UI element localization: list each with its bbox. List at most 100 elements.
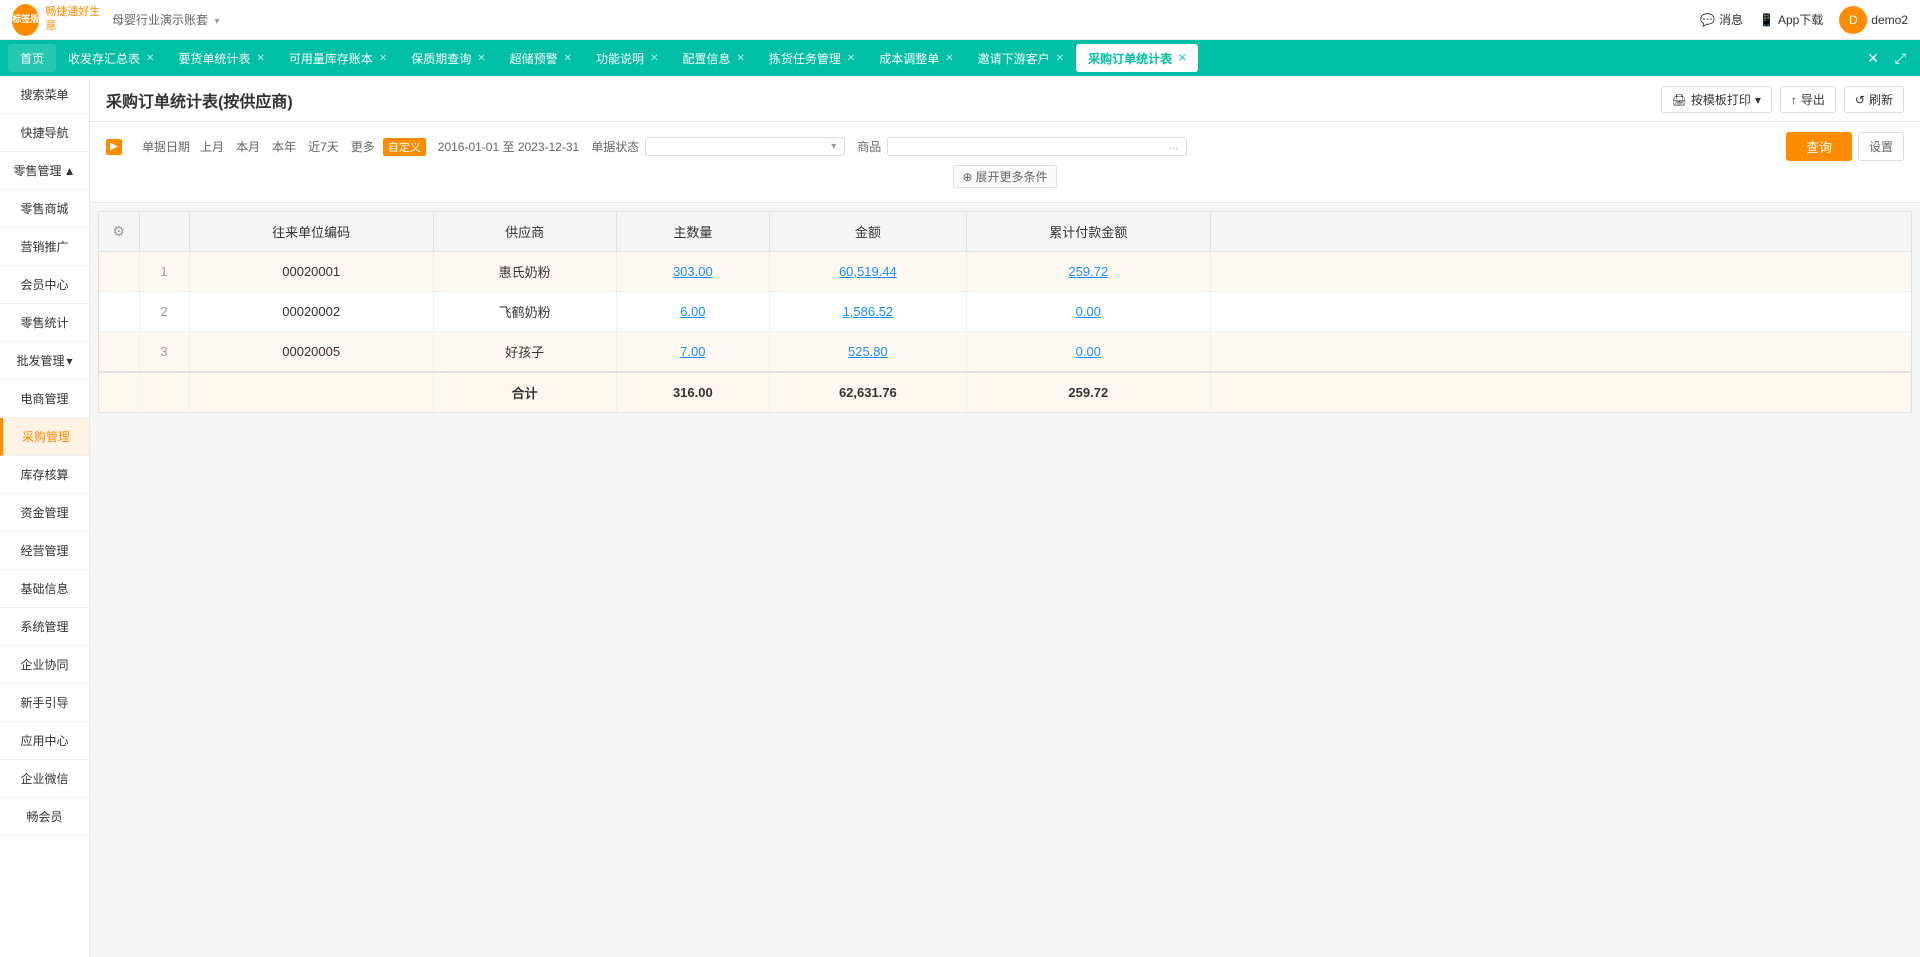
cell-paid-1[interactable]: 259.72 [966, 252, 1210, 292]
table-footer: 合计 316.00 62,631.76 259.72 [99, 372, 1911, 412]
sidebar-item-system[interactable]: 系统管理 [0, 608, 89, 646]
col-main-qty: 主数量 [616, 212, 770, 252]
sidebar-item-member-center[interactable]: 会员中心 [0, 266, 89, 304]
workspace-dropdown-icon[interactable]: ▾ [214, 16, 219, 27]
amount-link-2[interactable]: 1,586.52 [843, 304, 894, 319]
message-button[interactable]: 💬 消息 [1700, 11, 1743, 28]
print-button[interactable]: 🖨 按模板打印 ▾ [1661, 86, 1772, 113]
sidebar-item-retail-mgmt[interactable]: 零售管理 ▲ [0, 152, 89, 190]
col-supplier-code: 往来单位编码 [189, 212, 433, 252]
cell-paid-2[interactable]: 0.00 [966, 292, 1210, 332]
tab-close-expiry-query[interactable]: ✕ [477, 53, 485, 64]
col-settings[interactable]: ⚙ [99, 212, 139, 252]
tab-invite-downstream[interactable]: 邀请下游客户 ✕ [966, 44, 1076, 72]
tab-pick-task[interactable]: 拣货任务管理 ✕ [757, 44, 867, 72]
filter-settings-button[interactable]: 设置 [1858, 132, 1904, 161]
footer-qty: 316.00 [616, 372, 770, 412]
sidebar-item-new-guide[interactable]: 新手引导 [0, 684, 89, 722]
qty-link-2[interactable]: 6.00 [680, 304, 705, 319]
tab-close-function-desc[interactable]: ✕ [650, 53, 658, 64]
sidebar-item-ecommerce[interactable]: 电商管理 [0, 380, 89, 418]
amount-link-3[interactable]: 525.80 [848, 344, 888, 359]
tab-close-receive-summary[interactable]: ✕ [146, 53, 154, 64]
tab-close-config-info[interactable]: ✕ [736, 53, 744, 64]
cell-paid-3[interactable]: 0.00 [966, 332, 1210, 373]
sidebar-item-quick-nav[interactable]: 快捷导航 [0, 114, 89, 152]
goods-input[interactable]: … [887, 137, 1187, 156]
status-filter-group: 单据状态 ▾ [591, 137, 845, 156]
paid-link-2[interactable]: 0.00 [1076, 304, 1101, 319]
nav-expand-button[interactable]: ⤢ [1889, 48, 1912, 69]
cell-qty-1[interactable]: 303.00 [616, 252, 770, 292]
qty-link-1[interactable]: 303.00 [673, 264, 713, 279]
cell-qty-2[interactable]: 6.00 [616, 292, 770, 332]
tab-close-invite-downstream[interactable]: ✕ [1056, 53, 1064, 64]
cell-settings-3 [99, 332, 139, 373]
tab-home[interactable]: 首页 [8, 44, 56, 72]
cell-name-2: 飞鹤奶粉 [433, 292, 616, 332]
tab-available-stock[interactable]: 可用量库存账本 ✕ [277, 44, 399, 72]
footer-row: 合计 316.00 62,631.76 259.72 [99, 372, 1911, 412]
tab-config-info[interactable]: 配置信息 ✕ [670, 44, 756, 72]
search-button[interactable]: 查询 [1786, 132, 1852, 161]
amount-link-1[interactable]: 60,519.44 [839, 264, 897, 279]
export-button[interactable]: ↑ 导出 [1780, 86, 1836, 113]
sidebar-item-marketing[interactable]: 营销推广 [0, 228, 89, 266]
tab-overstock-alert[interactable]: 超储预警 ✕ [498, 44, 584, 72]
tab-receive-summary[interactable]: 收发存汇总表 ✕ [56, 44, 166, 72]
sidebar-item-enterprise-collab[interactable]: 企业协同 [0, 646, 89, 684]
sidebar-item-purchase-mgmt[interactable]: 采购管理 [0, 418, 89, 456]
expand-more-button[interactable]: ⊕ 展开更多条件 [953, 165, 1056, 188]
date-shortcut-last-month[interactable]: 上月 [196, 137, 228, 156]
cell-amount-3[interactable]: 525.80 [770, 332, 967, 373]
tab-cost-adjust[interactable]: 成本调整单 ✕ [867, 44, 965, 72]
cell-qty-3[interactable]: 7.00 [616, 332, 770, 373]
tab-close-cost-adjust[interactable]: ✕ [945, 53, 953, 64]
date-shortcut-this-month[interactable]: 本月 [232, 137, 264, 156]
paid-link-3[interactable]: 0.00 [1076, 344, 1101, 359]
cell-amount-2[interactable]: 1,586.52 [770, 292, 967, 332]
toggle-arrow-button[interactable]: ▶ [106, 139, 122, 155]
tab-close-available-stock[interactable]: ✕ [379, 53, 387, 64]
tab-purchase-order-summary[interactable]: 采购订单统计表 ✕ [1076, 44, 1198, 72]
app-download-button[interactable]: 📱 App下载 [1759, 11, 1823, 28]
date-shortcut-7days[interactable]: 近7天 [304, 137, 343, 156]
sidebar-item-ops-mgmt[interactable]: 经营管理 [0, 532, 89, 570]
sidebar-item-retail-stats[interactable]: 零售统计 [0, 304, 89, 342]
cell-amount-1[interactable]: 60,519.44 [770, 252, 967, 292]
refresh-button[interactable]: ↺ 刷新 [1844, 86, 1904, 113]
content-area: 采购订单统计表(按供应商) 🖨 按模板打印 ▾ ↑ 导出 ↺ 刷新 [90, 76, 1920, 957]
nav-close-button[interactable]: ✕ [1861, 48, 1885, 69]
sidebar-item-enterprise-wechat[interactable]: 企业微信 [0, 760, 89, 798]
goods-filter-label: 商品 [857, 138, 881, 155]
main-layout: 搜索菜单 快捷导航 零售管理 ▲ 零售商城 营销推广 会员中心 零售统计 批发管… [0, 76, 1920, 957]
sidebar-item-retail-shop[interactable]: 零售商城 [0, 190, 89, 228]
sidebar-item-app-center[interactable]: 应用中心 [0, 722, 89, 760]
tab-requisition-summary[interactable]: 要货单统计表 ✕ [166, 44, 276, 72]
date-shortcut-more[interactable]: 更多 [347, 137, 379, 156]
date-custom-badge[interactable]: 自定义 [383, 138, 426, 156]
cell-name-1: 惠氏奶粉 [433, 252, 616, 292]
sidebar-item-finance[interactable]: 资金管理 [0, 494, 89, 532]
qty-link-3[interactable]: 7.00 [680, 344, 705, 359]
paid-link-1[interactable]: 259.72 [1068, 264, 1108, 279]
table-row: 2 00020002 飞鹤奶粉 6.00 1,586.52 0.00 [99, 292, 1911, 332]
sidebar-item-batch-mgmt[interactable]: 批发管理 ▾ [0, 342, 89, 380]
sidebar-item-basic-info[interactable]: 基础信息 [0, 570, 89, 608]
tab-close-purchase-order-summary[interactable]: ✕ [1178, 53, 1186, 64]
date-shortcut-this-year[interactable]: 本年 [268, 137, 300, 156]
sidebar-item-member[interactable]: 畅会员 [0, 798, 89, 836]
tab-function-desc[interactable]: 功能说明 ✕ [584, 44, 670, 72]
filter-area: ▶ 单据日期 上月 本月 本年 近7天 更多 自定义 2016-01-01 至 … [90, 122, 1920, 203]
footer-extra [1211, 372, 1911, 412]
column-settings-icon[interactable]: ⚙ [112, 223, 125, 239]
tab-close-pick-task[interactable]: ✕ [847, 53, 855, 64]
date-range-display: 2016-01-01 至 2023-12-31 [438, 138, 579, 155]
sidebar-item-search[interactable]: 搜索菜单 [0, 76, 89, 114]
tab-close-requisition-summary[interactable]: ✕ [256, 53, 264, 64]
tab-expiry-query[interactable]: 保质期查询 ✕ [399, 44, 497, 72]
status-select[interactable]: ▾ [645, 137, 845, 156]
sidebar-item-inventory[interactable]: 库存核算 [0, 456, 89, 494]
tab-close-overstock-alert[interactable]: ✕ [564, 53, 572, 64]
user-menu-button[interactable]: D demo2 [1839, 6, 1908, 34]
